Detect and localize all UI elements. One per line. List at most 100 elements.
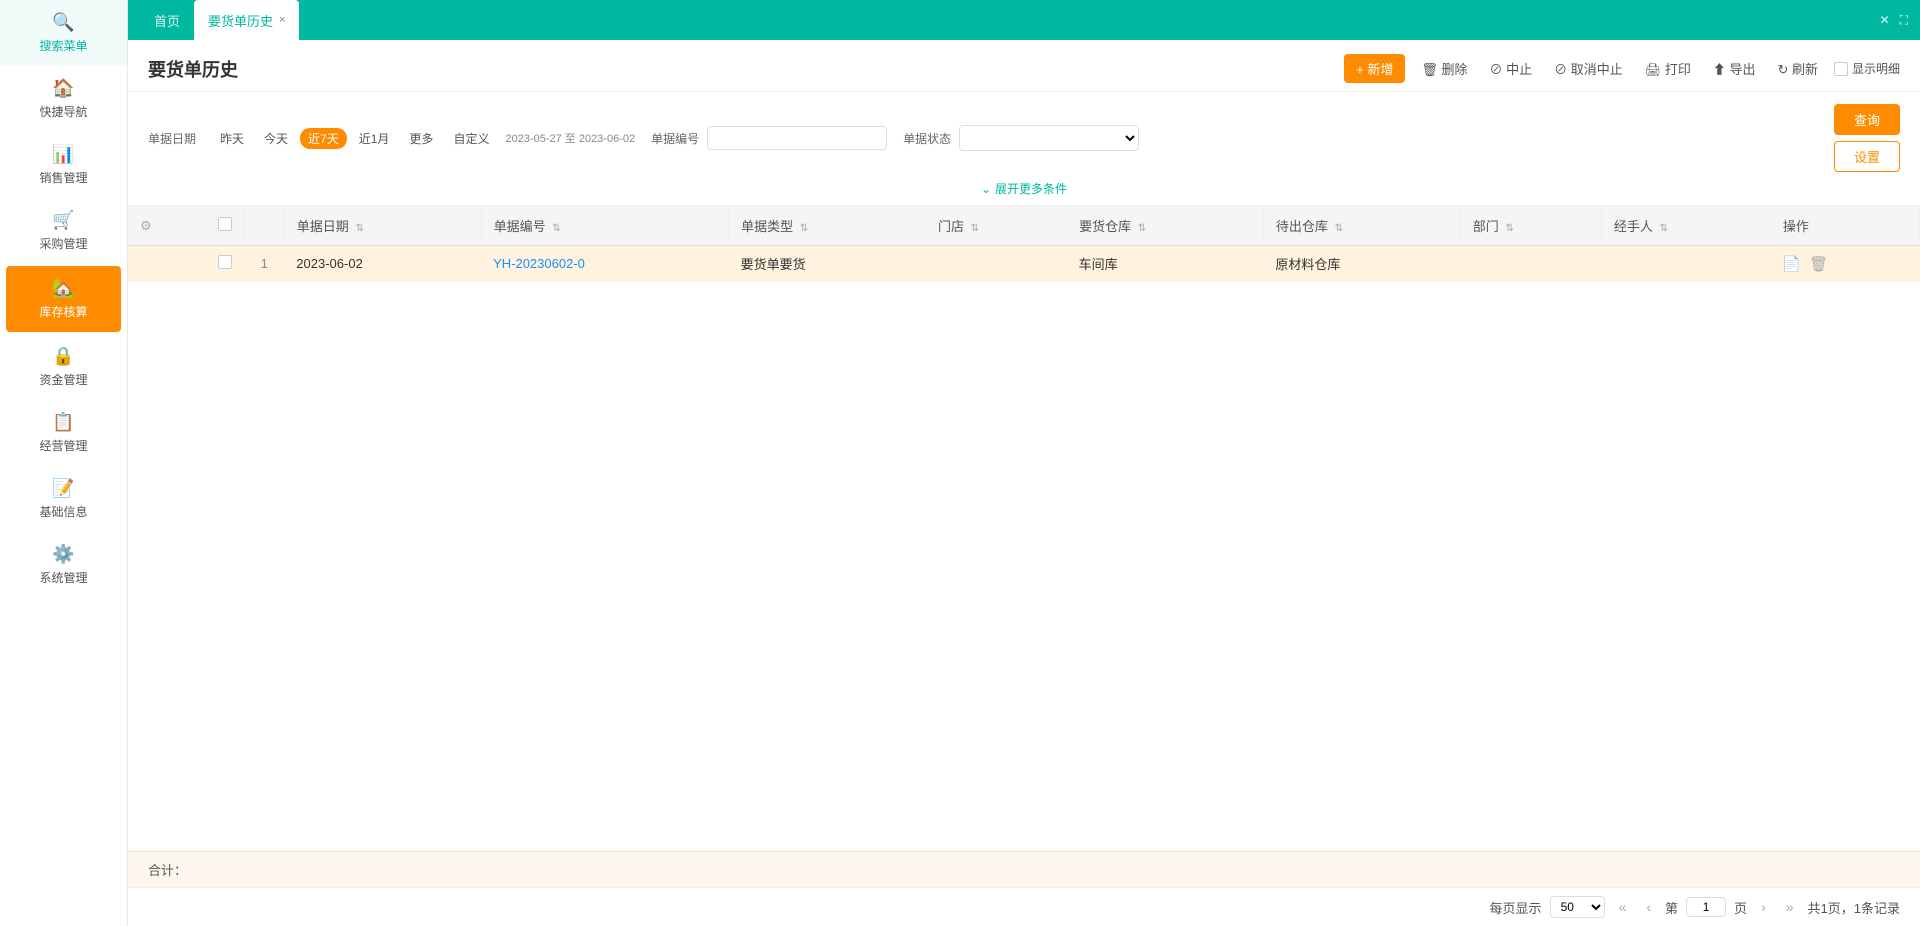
row-action-icons: 📄 🗑: [1782, 255, 1907, 273]
sort-req-warehouse-icon: ⇅: [1138, 223, 1146, 234]
doc-number-input[interactable]: [707, 126, 887, 150]
first-page-button[interactable]: «: [1613, 897, 1633, 917]
fullscreen-button[interactable]: ⛶: [1900, 13, 1908, 28]
col-num: [244, 206, 284, 246]
row-num-cell: 1: [244, 246, 284, 282]
gear-icon: ⚙️: [52, 544, 74, 565]
select-all-checkbox[interactable]: [218, 217, 232, 231]
delete-button[interactable]: 🗑 删除: [1415, 55, 1473, 82]
row-delete-icon[interactable]: 🗑: [1809, 255, 1828, 273]
lock-icon: 🔒: [52, 346, 74, 367]
pagination-bar: 每页显示 50 20 100 « ‹ 第 页 › » 共1页，1条记录: [128, 887, 1920, 926]
col-store[interactable]: 门店 ⇅: [925, 206, 1066, 246]
date-btn-more[interactable]: 更多: [401, 128, 441, 149]
sidebar-item-purchase[interactable]: 🛒 采购管理: [0, 198, 127, 264]
sort-department-icon: ⇅: [1505, 223, 1513, 234]
col-req-warehouse[interactable]: 要货仓库 ⇅: [1067, 206, 1264, 246]
tab-home[interactable]: 首页: [140, 0, 194, 40]
tab-requisition-history[interactable]: 要货单历史 ×: [194, 0, 299, 40]
display-detail-checkbox[interactable]: [1834, 62, 1848, 76]
doc-number-label: 单据编号: [651, 130, 699, 147]
date-filter-buttons: 昨天 今天 近7天 近1月 更多 自定义 2023-05-27 至 2023-0…: [212, 128, 635, 149]
filter-actions: 查询 设置: [1834, 104, 1900, 172]
content: 要货单历史 + 新增 🗑 删除 ⊘ 中止 ⊘ 取消中止 🖨 打印 ⬆ 导出 ↻ …: [128, 40, 1920, 926]
sort-handler-icon: ⇅: [1660, 223, 1668, 234]
row-checkbox-cell: [205, 246, 244, 282]
expand-filter-button[interactable]: ⌄ 展开更多条件: [148, 180, 1900, 197]
sidebar-item-inventory[interactable]: 🏡 库存核算: [6, 266, 121, 332]
col-doc-type[interactable]: 单据类型 ⇅: [729, 206, 926, 246]
prev-page-button[interactable]: ‹: [1640, 897, 1657, 917]
page-size-label: 每页显示: [1490, 898, 1542, 917]
date-btn-7days[interactable]: 近7天: [300, 128, 347, 149]
date-filter-label: 单据日期: [148, 130, 196, 147]
page-size-select[interactable]: 50 20 100: [1550, 896, 1605, 918]
page-label-pre: 第: [1665, 898, 1678, 917]
search-icon: 🔍: [52, 12, 74, 33]
sidebar-item-sysconfig[interactable]: ⚙️ 系统管理: [0, 532, 127, 598]
main-area: 首页 要货单历史 × ✕ ⛶ 要货单历史 + 新增 🗑 删除 ⊘ 中止 ⊘ 取消…: [128, 0, 1920, 926]
row-handler-cell: [1601, 246, 1770, 282]
row-doc-date-cell: 2023-06-02: [284, 246, 481, 282]
top-bar: 首页 要货单历史 × ✕ ⛶: [128, 0, 1920, 40]
sidebar-item-search[interactable]: 🔍 搜索菜单: [0, 0, 127, 66]
table-header-row: ⚙ 单据日期 ⇅ 单据编号 ⇅: [128, 206, 1920, 246]
current-page-input[interactable]: [1686, 897, 1726, 917]
cancel-stop-button[interactable]: ⊘ 取消中止: [1548, 55, 1629, 82]
col-doc-date[interactable]: 单据日期 ⇅: [284, 206, 481, 246]
sort-doc-no-icon: ⇅: [552, 223, 560, 234]
display-detail-toggle[interactable]: 显示明细: [1834, 60, 1900, 77]
date-range-display: 2023-05-27 至 2023-06-02: [505, 130, 635, 146]
col-doc-no[interactable]: 单据编号 ⇅: [481, 206, 729, 246]
sidebar-item-finance[interactable]: 🔒 资金管理: [0, 334, 127, 400]
refresh-button[interactable]: ↻ 刷新: [1771, 55, 1824, 82]
export-button[interactable]: ⬆ 导出: [1707, 55, 1762, 82]
row-department-cell: [1460, 246, 1601, 282]
sidebar: 🔍 搜索菜单 🏠 快捷导航 📊 销售管理 🛒 采购管理 🏡 库存核算 🔒 资金管…: [0, 0, 128, 926]
stop-button[interactable]: ⊘ 中止: [1483, 55, 1538, 82]
col-handler[interactable]: 经手人 ⇅: [1601, 206, 1770, 246]
print-button[interactable]: 🖨 打印: [1639, 55, 1697, 82]
row-doc-no-cell: YH-20230602-0: [481, 246, 729, 282]
col-settings[interactable]: ⚙: [128, 206, 205, 246]
total-info: 共1页，1条记录: [1808, 898, 1900, 917]
filter-area: 单据日期 昨天 今天 近7天 近1月 更多 自定义 2023-05-27 至 2…: [128, 92, 1920, 206]
next-page-button[interactable]: ›: [1755, 897, 1772, 917]
sidebar-item-operations[interactable]: 📋 经营管理: [0, 400, 127, 466]
sidebar-item-quicknav[interactable]: 🏠 快捷导航: [0, 66, 127, 132]
sidebar-item-sales[interactable]: 📊 销售管理: [0, 132, 127, 198]
tab-close-icon[interactable]: ×: [279, 14, 285, 26]
date-btn-today[interactable]: 今天: [256, 128, 296, 149]
sort-store-icon: ⇅: [971, 223, 979, 234]
settings-button[interactable]: 设置: [1834, 141, 1900, 172]
row-pending-warehouse-cell: 原材料仓库: [1263, 246, 1460, 282]
query-button[interactable]: 查询: [1834, 104, 1900, 135]
status-select[interactable]: [959, 125, 1139, 151]
row-store-cell: [925, 246, 1066, 282]
sidebar-item-basicinfo[interactable]: 📝 基础信息: [0, 466, 127, 532]
new-button[interactable]: + 新增: [1344, 54, 1405, 83]
col-department[interactable]: 部门 ⇅: [1460, 206, 1601, 246]
inventory-icon: 🏡: [52, 278, 74, 299]
row-edit-icon[interactable]: 📄: [1782, 255, 1801, 273]
date-btn-1month[interactable]: 近1月: [351, 128, 398, 149]
close-window-button[interactable]: ✕: [1880, 13, 1890, 27]
cart-icon: 🛒: [52, 210, 74, 231]
sort-pending-warehouse-icon: ⇅: [1335, 223, 1343, 234]
date-btn-yesterday[interactable]: 昨天: [212, 128, 252, 149]
row-action-cell: 📄 🗑: [1770, 246, 1919, 282]
status-label: 单据状态: [903, 130, 951, 147]
col-action: 操作: [1770, 206, 1919, 246]
sort-doc-type-icon: ⇅: [800, 223, 808, 234]
chevron-down-icon: ⌄: [981, 182, 991, 196]
toolbar: + 新增 🗑 删除 ⊘ 中止 ⊘ 取消中止 🖨 打印 ⬆ 导出 ↻ 刷新 显示明…: [1344, 54, 1900, 83]
row-checkbox[interactable]: [218, 255, 232, 269]
doc-no-link[interactable]: YH-20230602-0: [493, 256, 585, 271]
top-bar-right: ✕ ⛶: [1880, 13, 1908, 28]
data-table: ⚙ 单据日期 ⇅ 单据编号 ⇅: [128, 206, 1920, 282]
page-title: 要货单历史: [148, 56, 238, 82]
col-pending-warehouse[interactable]: 待出仓库 ⇅: [1263, 206, 1460, 246]
doc-number-filter-group: 单据编号: [651, 126, 887, 150]
last-page-button[interactable]: »: [1780, 897, 1800, 917]
date-btn-custom[interactable]: 自定义: [445, 128, 497, 149]
